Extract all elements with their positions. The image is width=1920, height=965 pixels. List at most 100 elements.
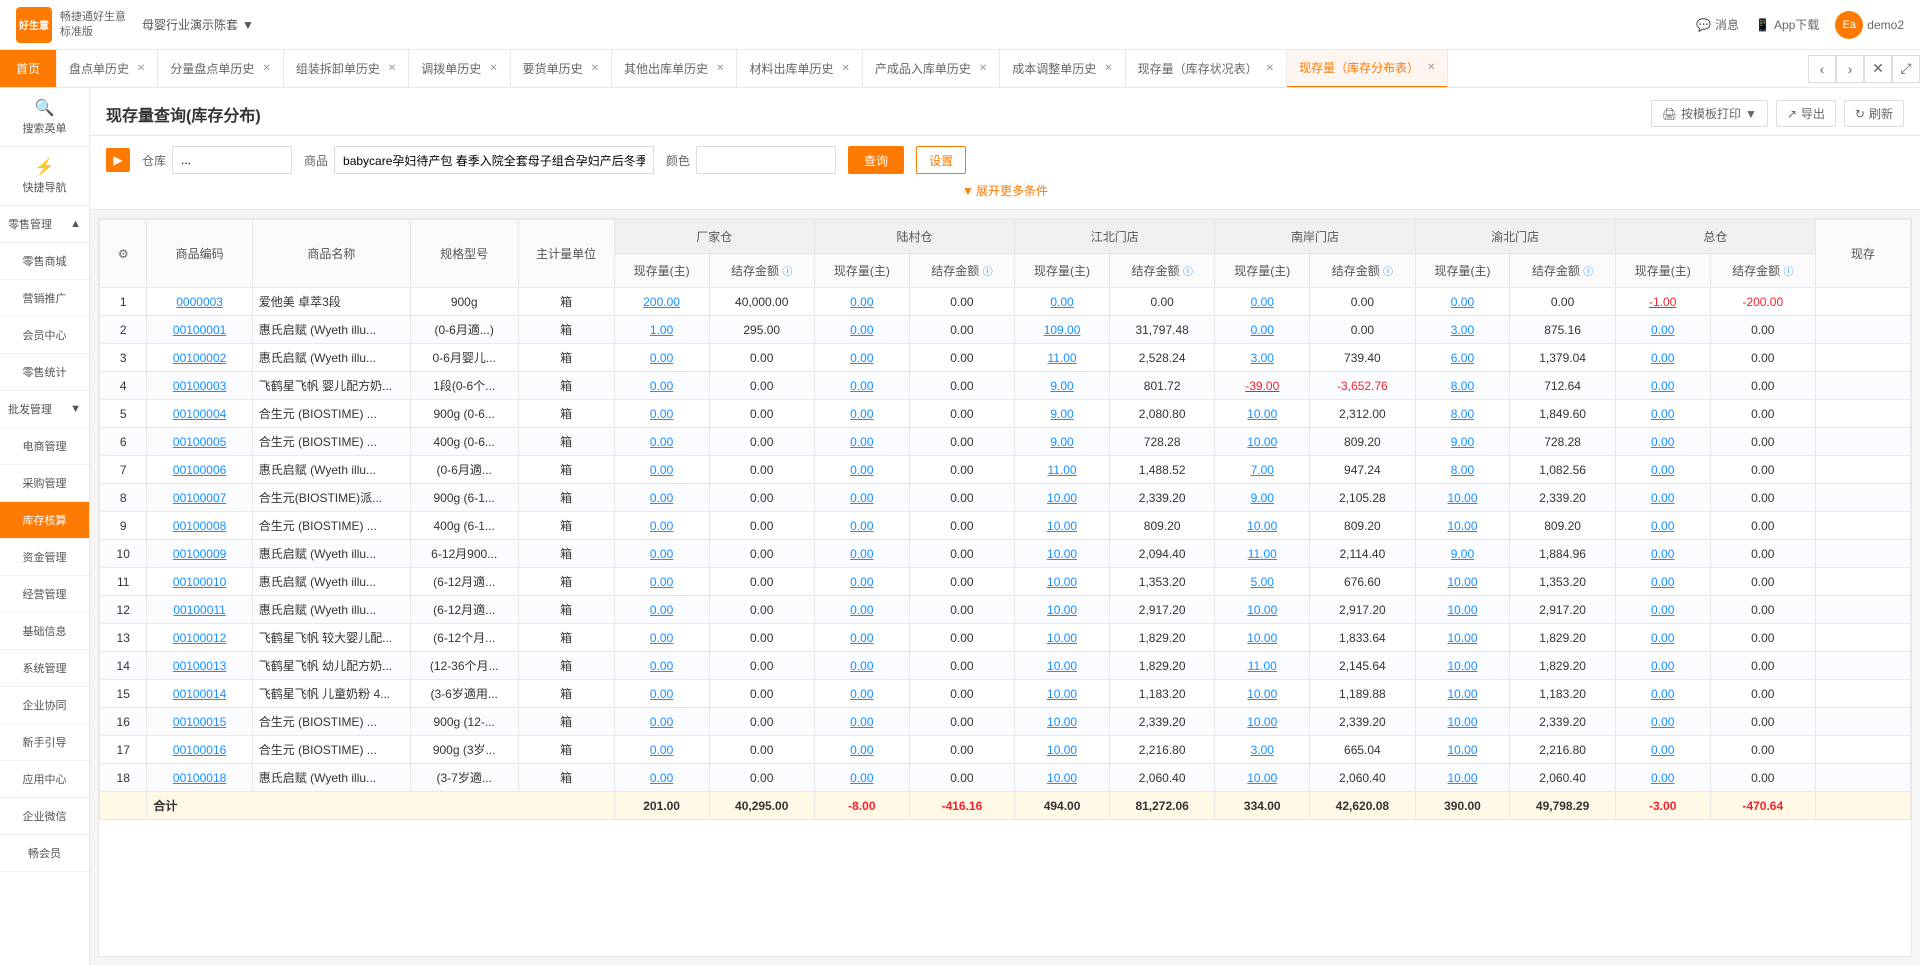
cell-factory-qty[interactable]: 0.00 [614,736,709,764]
cell-jiangbei-qty[interactable]: 10.00 [1015,736,1110,764]
nav-tab-8[interactable]: 产成品入库单历史 ✕ [863,50,1000,88]
cell-total-qty[interactable]: 0.00 [1615,568,1710,596]
cell-lu-qty[interactable]: 0.00 [814,764,909,792]
cell-lu-qty[interactable]: 0.00 [814,708,909,736]
sidebar-item-system[interactable]: 系统管理 [0,650,89,687]
cell-nanan-qty[interactable]: 0.00 [1215,288,1310,316]
export-btn[interactable]: ↗ 导出 [1776,100,1836,127]
cell-yubei-qty[interactable]: 10.00 [1415,764,1510,792]
cell-nanan-qty[interactable]: 9.00 [1215,484,1310,512]
cell-yubei-qty[interactable]: 10.00 [1415,484,1510,512]
cell-lu-qty[interactable]: 0.00 [814,736,909,764]
cell-factory-qty[interactable]: 0.00 [614,596,709,624]
close-tab-9[interactable]: ✕ [1104,63,1112,74]
color-input[interactable] [696,146,836,174]
cell-factory-qty[interactable]: 0.00 [614,540,709,568]
cell-yubei-qty[interactable]: 8.00 [1415,456,1510,484]
cell-jiangbei-qty[interactable]: 10.00 [1015,484,1110,512]
cell-lu-qty[interactable]: 0.00 [814,428,909,456]
cell-factory-qty[interactable]: 0.00 [614,400,709,428]
sidebar-item-wholesale[interactable]: 批发管理 ▼ [0,391,89,428]
cell-nanan-qty[interactable]: 10.00 [1215,512,1310,540]
cell-code[interactable]: 00100015 [147,708,252,736]
nav-tab-10[interactable]: 现存量（库存状况表） ✕ [1126,50,1287,88]
cell-factory-qty[interactable]: 0.00 [614,708,709,736]
settings-btn[interactable]: 设置 [916,146,966,174]
close-tab-5[interactable]: ✕ [591,63,599,74]
cell-total-qty[interactable]: 0.00 [1615,400,1710,428]
cell-total-qty[interactable]: 0.00 [1615,512,1710,540]
cell-nanan-qty[interactable]: 10.00 [1215,400,1310,428]
cell-total-qty[interactable]: 0.00 [1615,316,1710,344]
cell-yubei-qty[interactable]: 10.00 [1415,512,1510,540]
cell-code[interactable]: 00100001 [147,316,252,344]
nav-tab-7[interactable]: 材料出库单历史 ✕ [737,50,862,88]
sidebar-item-enterprise[interactable]: 企业协同 [0,687,89,724]
sidebar-item-basic[interactable]: 基础信息 [0,613,89,650]
collapse-btn[interactable]: ▶ [106,148,130,172]
close-tab-1[interactable]: ✕ [137,63,145,74]
cell-nanan-qty[interactable]: 7.00 [1215,456,1310,484]
cell-code[interactable]: 00100013 [147,652,252,680]
cell-factory-qty[interactable]: 0.00 [614,344,709,372]
cell-total-qty[interactable]: 0.00 [1615,344,1710,372]
cell-lu-qty[interactable]: 0.00 [814,316,909,344]
cell-lu-qty[interactable]: 0.00 [814,652,909,680]
cell-yubei-qty[interactable]: 10.00 [1415,568,1510,596]
cell-factory-qty[interactable]: 0.00 [614,680,709,708]
cell-yubei-qty[interactable]: 10.00 [1415,680,1510,708]
cell-nanan-qty[interactable]: 10.00 [1215,708,1310,736]
expand-btn[interactable]: ▼ 展开更多条件 [962,182,1048,199]
cell-factory-qty[interactable]: 0.00 [614,484,709,512]
sidebar-item-member[interactable]: 会员中心 [0,317,89,354]
cell-nanan-qty[interactable]: 11.00 [1215,540,1310,568]
cell-jiangbei-qty[interactable]: 9.00 [1015,372,1110,400]
cell-jiangbei-qty[interactable]: 0.00 [1015,288,1110,316]
nav-tab-9[interactable]: 成本调整单历史 ✕ [1000,50,1125,88]
cell-jiangbei-qty[interactable]: 10.00 [1015,596,1110,624]
warehouse-input[interactable] [172,146,292,174]
sidebar-item-search[interactable]: 🔍 搜索英单 [0,88,89,147]
user-profile[interactable]: Ea demo2 [1835,11,1904,39]
cell-lu-qty[interactable]: 0.00 [814,372,909,400]
nav-tab-11[interactable]: 现存量（库存分布表） ✕ [1287,50,1448,88]
nav-next-btn[interactable]: › [1836,55,1864,83]
cell-lu-qty[interactable]: 0.00 [814,456,909,484]
cell-code[interactable]: 00100008 [147,512,252,540]
nav-tab-2[interactable]: 分量盘点单历史 ✕ [158,50,283,88]
cell-yubei-qty[interactable]: 10.00 [1415,596,1510,624]
cell-lu-qty[interactable]: 0.00 [814,512,909,540]
cell-factory-qty[interactable]: 0.00 [614,456,709,484]
cell-code[interactable]: 00100004 [147,400,252,428]
sidebar-item-purchase[interactable]: 采购管理 [0,465,89,502]
cell-jiangbei-qty[interactable]: 10.00 [1015,624,1110,652]
cell-code[interactable]: 00100012 [147,624,252,652]
cell-jiangbei-qty[interactable]: 10.00 [1015,512,1110,540]
cell-code[interactable]: 00100003 [147,372,252,400]
cell-nanan-qty[interactable]: 3.00 [1215,736,1310,764]
close-tab-4[interactable]: ✕ [489,63,497,74]
close-tab-8[interactable]: ✕ [979,63,987,74]
cell-total-qty[interactable]: 0.00 [1615,596,1710,624]
cell-code[interactable]: 00100007 [147,484,252,512]
close-tab-10[interactable]: ✕ [1266,63,1274,74]
cell-jiangbei-qty[interactable]: 109.00 [1015,316,1110,344]
close-tab-6[interactable]: ✕ [716,63,724,74]
cell-jiangbei-qty[interactable]: 10.00 [1015,568,1110,596]
cell-yubei-qty[interactable]: 3.00 [1415,316,1510,344]
cell-nanan-qty[interactable]: 0.00 [1215,316,1310,344]
cell-factory-qty[interactable]: 0.00 [614,428,709,456]
app-download-btn[interactable]: 📱 App下载 [1755,16,1819,33]
cell-code[interactable]: 00100006 [147,456,252,484]
cell-code[interactable]: 00100014 [147,680,252,708]
nav-expand-btn[interactable]: ⤢ [1892,55,1920,83]
sidebar-item-operation[interactable]: 经营管理 [0,576,89,613]
cell-yubei-qty[interactable]: 8.00 [1415,400,1510,428]
cell-factory-qty[interactable]: 0.00 [614,568,709,596]
cell-code[interactable]: 0000003 [147,288,252,316]
close-tab-7[interactable]: ✕ [841,63,849,74]
cell-lu-qty[interactable]: 0.00 [814,288,909,316]
table-area[interactable]: ⚙ 商品编码 商品名称 规格型号 主计量单位 厂家仓 陆村仓 江北门店 南岸门店… [98,218,1912,957]
sidebar-item-inventory[interactable]: 库存核算 [0,502,89,539]
cell-jiangbei-qty[interactable]: 11.00 [1015,456,1110,484]
